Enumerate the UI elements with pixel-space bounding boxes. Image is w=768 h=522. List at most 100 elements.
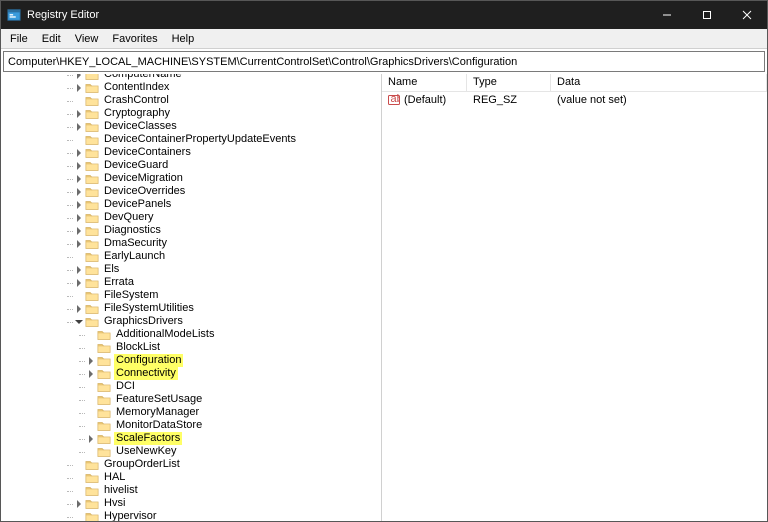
chevron-right-icon[interactable]: [73, 264, 84, 275]
tree-pane[interactable]: CompatibilityComputerNameContentIndexCra…: [1, 74, 382, 521]
address-bar[interactable]: [3, 51, 765, 72]
folder-icon: [85, 199, 99, 211]
tree-item-label: CrashControl: [102, 94, 171, 107]
tree-item-label: FileSystem: [102, 289, 160, 302]
chevron-right-icon[interactable]: [73, 147, 84, 158]
tree-item[interactable]: GroupOrderList: [1, 458, 381, 471]
address-input[interactable]: [8, 56, 760, 68]
tree-item[interactable]: DeviceContainerPropertyUpdateEvents: [1, 133, 381, 146]
tree-item-label: ScaleFactors: [114, 432, 182, 445]
tree-item[interactable]: FeatureSetUsage: [1, 393, 381, 406]
tree-item[interactable]: ScaleFactors: [1, 432, 381, 445]
app-icon: [7, 8, 21, 22]
folder-icon: [97, 433, 111, 445]
tree-item[interactable]: FileSystemUtilities: [1, 302, 381, 315]
chevron-right-icon[interactable]: [85, 368, 96, 379]
value-name-cell: ab(Default): [382, 94, 467, 106]
tree-item[interactable]: ComputerName: [1, 74, 381, 81]
tree-item[interactable]: EarlyLaunch: [1, 250, 381, 263]
tree-item[interactable]: Hvsi: [1, 497, 381, 510]
chevron-right-icon[interactable]: [73, 199, 84, 210]
main-area: CompatibilityComputerNameContentIndexCra…: [1, 74, 767, 521]
chevron-right-icon: [85, 446, 96, 457]
menu-file[interactable]: File: [3, 31, 35, 47]
folder-icon: [85, 212, 99, 224]
tree-item[interactable]: BlockList: [1, 341, 381, 354]
tree-item[interactable]: DeviceOverrides: [1, 185, 381, 198]
tree-item[interactable]: Diagnostics: [1, 224, 381, 237]
chevron-down-icon[interactable]: [73, 316, 84, 327]
tree-item-label: ContentIndex: [102, 81, 171, 94]
tree-item[interactable]: HAL: [1, 471, 381, 484]
col-header-type[interactable]: Type: [467, 74, 551, 91]
folder-icon: [97, 329, 111, 341]
chevron-right-icon[interactable]: [73, 277, 84, 288]
chevron-right-icon[interactable]: [73, 212, 84, 223]
folder-icon: [85, 511, 99, 522]
tree-item-label: GroupOrderList: [102, 458, 182, 471]
tree-item[interactable]: Els: [1, 263, 381, 276]
chevron-right-icon: [73, 95, 84, 106]
tree-item[interactable]: Errata: [1, 276, 381, 289]
maximize-button[interactable]: [687, 1, 727, 29]
app-window: Registry Editor File Edit View Favorites…: [0, 0, 768, 522]
tree-item[interactable]: DeviceContainers: [1, 146, 381, 159]
chevron-right-icon[interactable]: [85, 433, 96, 444]
tree-item[interactable]: CrashControl: [1, 94, 381, 107]
folder-icon: [85, 498, 99, 510]
folder-icon: [85, 173, 99, 185]
values-body[interactable]: ab(Default)REG_SZ(value not set): [382, 92, 767, 521]
value-row[interactable]: ab(Default)REG_SZ(value not set): [382, 92, 767, 108]
chevron-right-icon[interactable]: [73, 225, 84, 236]
chevron-right-icon[interactable]: [73, 238, 84, 249]
chevron-right-icon[interactable]: [73, 303, 84, 314]
tree-item[interactable]: Connectivity: [1, 367, 381, 380]
tree-item[interactable]: DeviceMigration: [1, 172, 381, 185]
titlebar[interactable]: Registry Editor: [1, 1, 767, 29]
tree-item[interactable]: UseNewKey: [1, 445, 381, 458]
tree-item[interactable]: FileSystem: [1, 289, 381, 302]
tree-item[interactable]: DevQuery: [1, 211, 381, 224]
folder-icon: [85, 459, 99, 471]
tree-item[interactable]: MemoryManager: [1, 406, 381, 419]
col-header-name[interactable]: Name: [382, 74, 467, 91]
tree-item-label: Diagnostics: [102, 224, 163, 237]
tree-item[interactable]: DeviceClasses: [1, 120, 381, 133]
folder-icon: [85, 290, 99, 302]
chevron-right-icon: [73, 459, 84, 470]
folder-icon: [97, 342, 111, 354]
close-button[interactable]: [727, 1, 767, 29]
tree-item[interactable]: DeviceGuard: [1, 159, 381, 172]
tree-item[interactable]: ContentIndex: [1, 81, 381, 94]
tree-item-label: ComputerName: [102, 74, 184, 81]
folder-icon: [85, 74, 99, 81]
menu-view[interactable]: View: [68, 31, 106, 47]
tree-item[interactable]: hivelist: [1, 484, 381, 497]
chevron-right-icon[interactable]: [73, 186, 84, 197]
value-data-cell: (value not set): [551, 94, 767, 106]
menu-edit[interactable]: Edit: [35, 31, 68, 47]
menu-help[interactable]: Help: [165, 31, 202, 47]
chevron-right-icon[interactable]: [73, 121, 84, 132]
menu-favorites[interactable]: Favorites: [105, 31, 164, 47]
col-header-data[interactable]: Data: [551, 74, 767, 91]
tree-item[interactable]: DCI: [1, 380, 381, 393]
tree-item[interactable]: GraphicsDrivers: [1, 315, 381, 328]
tree-item[interactable]: Hypervisor: [1, 510, 381, 521]
chevron-right-icon[interactable]: [85, 355, 96, 366]
chevron-right-icon[interactable]: [73, 82, 84, 93]
chevron-right-icon[interactable]: [73, 160, 84, 171]
menubar: File Edit View Favorites Help: [1, 29, 767, 49]
tree-item[interactable]: Cryptography: [1, 107, 381, 120]
tree-item[interactable]: MonitorDataStore: [1, 419, 381, 432]
tree-item[interactable]: AdditionalModeLists: [1, 328, 381, 341]
tree-item[interactable]: Configuration: [1, 354, 381, 367]
tree-item[interactable]: DevicePanels: [1, 198, 381, 211]
chevron-right-icon[interactable]: [73, 498, 84, 509]
tree-item[interactable]: DmaSecurity: [1, 237, 381, 250]
chevron-right-icon[interactable]: [73, 108, 84, 119]
chevron-right-icon[interactable]: [73, 173, 84, 184]
chevron-right-icon[interactable]: [73, 74, 84, 80]
minimize-button[interactable]: [647, 1, 687, 29]
folder-icon: [97, 407, 111, 419]
